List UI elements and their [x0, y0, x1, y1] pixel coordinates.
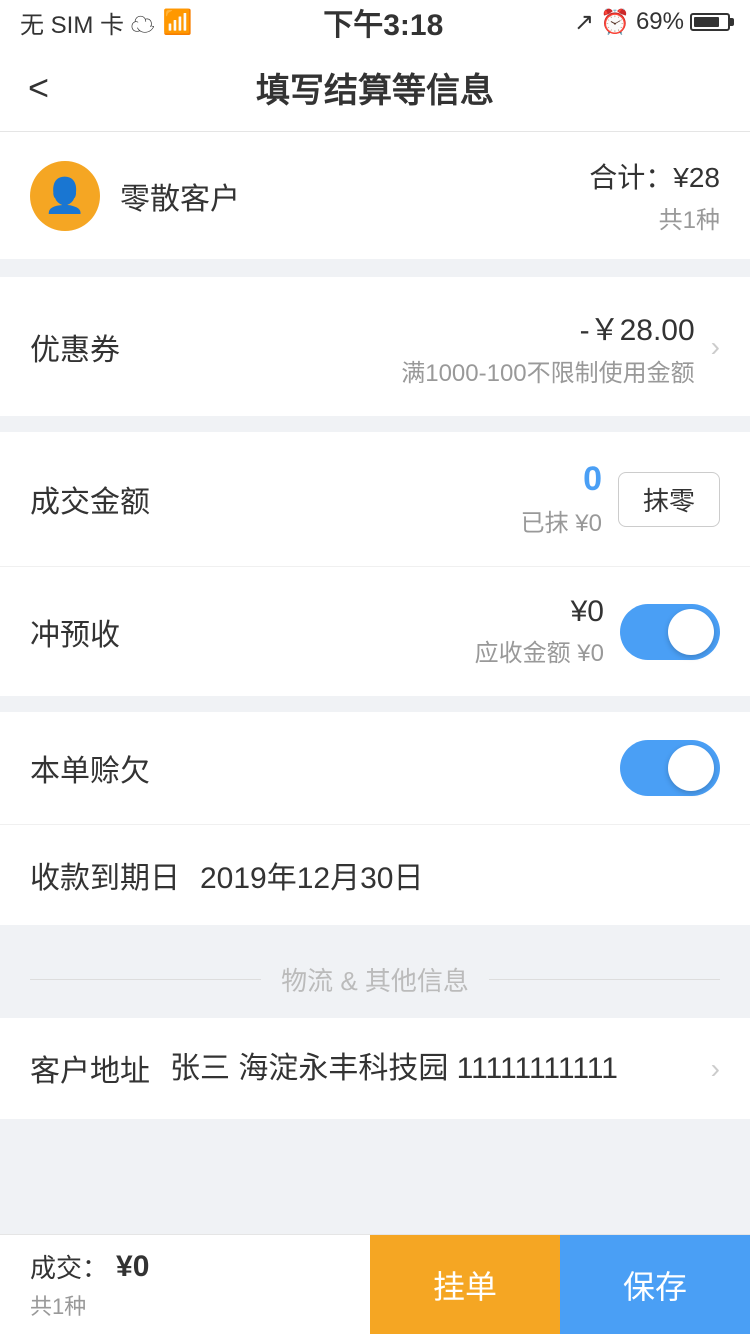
bottom-deal-row: 成交： ¥0 [30, 1248, 340, 1285]
total-amount: 合计：¥28 [589, 156, 720, 196]
coupon-chevron-icon: › [711, 331, 720, 363]
coupon-row[interactable]: 优惠券 -￥28.00 满1000-100不限制使用金额 › [0, 277, 750, 416]
customer-right: 合计：¥28 共1种 [589, 156, 720, 235]
coupon-content: -￥28.00 满1000-100不限制使用金额 [401, 305, 694, 388]
prepay-amount: ¥0 [475, 595, 604, 629]
logistics-line-right [489, 979, 720, 980]
status-left: 无 SIM 卡 ☁ 📶 [20, 5, 193, 40]
debt-toggle-thumb [668, 745, 714, 791]
save-button[interactable]: 保存 [560, 1235, 750, 1334]
due-date-value: 2019年12月30日 [200, 853, 423, 897]
alarm-icon: ⏰ [600, 8, 630, 37]
logistics-divider: 物流 & 其他信息 [0, 941, 750, 1018]
debt-row: 本单赊欠 [0, 712, 750, 824]
address-label: 客户地址 [30, 1046, 150, 1090]
prepay-content: ¥0 应收金额 ¥0 [475, 595, 604, 668]
coupon-label: 优惠券 [30, 325, 120, 369]
address-row[interactable]: 客户地址 张三 海淀永丰科技园 11111111111 › [0, 1018, 750, 1119]
bottom-count: 共1种 [30, 1289, 340, 1321]
status-right: ↗ ⏰ 69% [574, 8, 730, 37]
wifi-icon: 📶 [163, 8, 193, 37]
prepay-toggle-thumb [668, 609, 714, 655]
prepay-toggle[interactable] [620, 604, 720, 660]
due-date-label: 收款到期日 [30, 853, 180, 897]
address-left: 客户地址 张三 海淀永丰科技园 11111111111 [30, 1046, 618, 1091]
coupon-right: -￥28.00 满1000-100不限制使用金额 › [401, 305, 720, 388]
round-zero-button[interactable]: 抹零 [618, 472, 720, 527]
coupon-discount: -￥28.00 [401, 305, 694, 349]
logistics-label: 物流 & 其他信息 [281, 961, 469, 998]
address-section: 客户地址 张三 海淀永丰科技园 11111111111 › [0, 1018, 750, 1119]
section-divider-4 [0, 925, 750, 941]
already-erased: 已抹 ¥0 [521, 503, 602, 538]
bottom-deal-amount: ¥0 [116, 1250, 149, 1284]
amount-value: 0 [521, 460, 602, 499]
receivable-amount: 应收金额 ¥0 [475, 633, 604, 668]
section-divider-1 [0, 261, 750, 277]
amount-content: 0 已抹 ¥0 [521, 460, 602, 538]
amount-right: 0 已抹 ¥0 抹零 [521, 460, 720, 538]
back-button[interactable]: < [28, 67, 49, 109]
debt-label: 本单赊欠 [30, 746, 150, 790]
customer-section: 👤 零散客户 合计：¥28 共1种 [0, 132, 750, 259]
logistics-line-left [30, 979, 261, 980]
no-sim-label: 无 SIM 卡 ☁ [20, 5, 155, 40]
status-time: 下午3:18 [323, 0, 443, 44]
amount-section: 成交金额 0 已抹 ¥0 抹零 冲预收 ¥0 应收金额 ¥0 [0, 432, 750, 696]
debt-section: 本单赊欠 收款到期日 2019年12月30日 [0, 712, 750, 925]
content-area: 👤 零散客户 合计：¥28 共1种 优惠券 -￥28.00 满1000-100不… [0, 132, 750, 1239]
due-date-row: 收款到期日 2019年12月30日 [0, 824, 750, 925]
debt-toggle-track [620, 740, 720, 796]
debt-toggle[interactable] [620, 740, 720, 796]
nav-bar: < 填写结算等信息 [0, 44, 750, 132]
address-value: 张三 海淀永丰科技园 11111111111 [170, 1046, 618, 1091]
customer-left: 👤 零散客户 [30, 161, 240, 231]
bottom-deal-label: 成交： [30, 1248, 108, 1285]
status-bar: 无 SIM 卡 ☁ 📶 下午3:18 ↗ ⏰ 69% [0, 0, 750, 44]
section-divider-3 [0, 696, 750, 712]
avatar: 👤 [30, 161, 100, 231]
total-count: 共1种 [589, 200, 720, 235]
battery-icon [690, 13, 730, 31]
bottom-bar: 成交： ¥0 共1种 挂单 保存 [0, 1234, 750, 1334]
amount-label: 成交金额 [30, 477, 150, 521]
customer-name: 零散客户 [120, 174, 240, 218]
prepay-toggle-track [620, 604, 720, 660]
battery-percent: 69% [636, 8, 684, 36]
amount-row: 成交金额 0 已抹 ¥0 抹零 [0, 432, 750, 567]
location-icon: ↗ [574, 8, 594, 37]
hold-button[interactable]: 挂单 [370, 1235, 560, 1334]
section-divider-2 [0, 416, 750, 432]
coupon-desc: 满1000-100不限制使用金额 [401, 353, 694, 388]
avatar-icon: 👤 [44, 176, 86, 216]
page-title: 填写结算等信息 [256, 63, 494, 112]
coupon-section: 优惠券 -￥28.00 满1000-100不限制使用金额 › [0, 277, 750, 416]
bottom-info: 成交： ¥0 共1种 [0, 1235, 370, 1334]
address-chevron-icon: › [711, 1053, 720, 1085]
prepay-right: ¥0 应收金额 ¥0 [475, 595, 720, 668]
prepay-label: 冲预收 [30, 610, 120, 654]
prepay-row: 冲预收 ¥0 应收金额 ¥0 [0, 567, 750, 696]
